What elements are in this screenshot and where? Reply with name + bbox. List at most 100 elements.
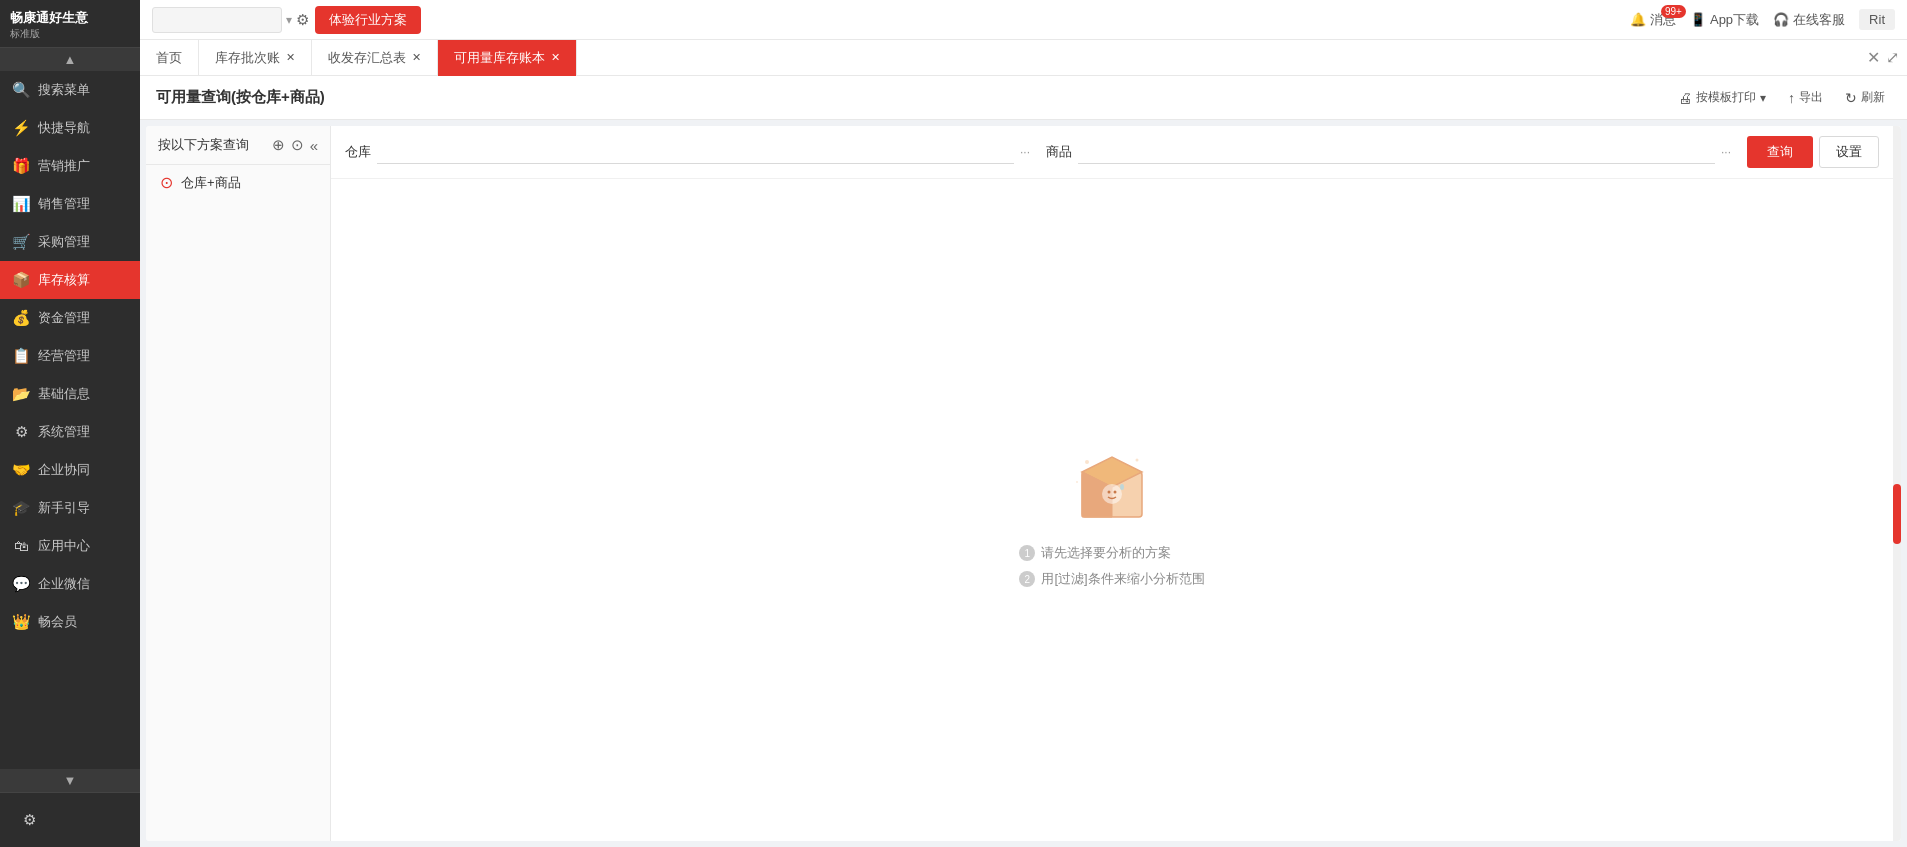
tip-2-text: 用[过滤]条件来缩小分析范围 [1041, 570, 1204, 588]
sidebar-item-label-appstore: 应用中心 [38, 537, 90, 555]
warehouse-input[interactable] [377, 140, 1014, 164]
user-name: Rit [1869, 12, 1885, 27]
inventory-icon: 📦 [12, 271, 30, 289]
sidebar-scroll-up[interactable]: ▲ [0, 48, 140, 71]
tab-home-label: 首页 [156, 49, 182, 67]
refresh-label: 刷新 [1861, 89, 1885, 106]
tab-available-qty[interactable]: 可用量库存账本 ✕ [438, 40, 577, 76]
empty-tip-2: 2 用[过滤]条件来缩小分析范围 [1019, 570, 1204, 588]
scheme-icon: ⊙ [160, 173, 173, 192]
chevron-down-icon[interactable]: ▾ [286, 13, 292, 27]
content-area: 按以下方案查询 ⊕ ⊙ « ⊙ 仓库+商品 仓库 ··· [146, 126, 1901, 841]
sidebar-item-settings[interactable]: ⚙ [8, 801, 132, 839]
sidebar-item-label-enterprise: 企业协同 [38, 461, 90, 479]
sidebar-item-label-basic: 基础信息 [38, 385, 90, 403]
newbie-icon: 🎓 [12, 499, 30, 517]
expand-icon[interactable]: ⤢ [1886, 48, 1899, 67]
page-actions: 🖨 按模板打印 ▾ ↑ 导出 ↻ 刷新 [1672, 86, 1891, 109]
shortcut-icon: ⚡ [12, 119, 30, 137]
online-service-btn[interactable]: 🎧 在线客服 [1773, 11, 1845, 29]
goods-label: 商品 [1046, 143, 1072, 161]
industry-btn[interactable]: 体验行业方案 [315, 6, 421, 34]
sidebar-scroll-down[interactable]: ▼ [0, 769, 140, 792]
bell-icon: 🔔 [1630, 12, 1646, 27]
search-input[interactable] [152, 7, 282, 33]
goods-input[interactable] [1078, 140, 1715, 164]
scheme-settings-btn[interactable]: ⊙ [291, 136, 304, 154]
main-area: ▾ ⚙ 体验行业方案 🔔 消息 99+ 📱 App下载 🎧 在线客服 Rit [140, 0, 1907, 847]
tip-1-text: 请先选择要分析的方案 [1041, 544, 1171, 562]
add-scheme-btn[interactable]: ⊕ [272, 136, 285, 154]
app-edition: 标准版 [10, 27, 130, 41]
empty-state: 1 请先选择要分析的方案 2 用[过滤]条件来缩小分析范围 [331, 179, 1893, 841]
sidebar-item-label-operation: 经营管理 [38, 347, 90, 365]
gear-icon[interactable]: ⚙ [296, 11, 309, 29]
user-menu[interactable]: Rit [1859, 9, 1895, 30]
sidebar-item-shortcut[interactable]: ⚡ 快捷导航 [0, 109, 140, 147]
search-wrap: ▾ ⚙ [152, 7, 309, 33]
sidebar-item-operation[interactable]: 📋 经营管理 [0, 337, 140, 375]
tab-available-qty-label: 可用量库存账本 [454, 49, 545, 67]
tab-batch-account-close[interactable]: ✕ [286, 51, 295, 64]
scheme-warehouse-goods[interactable]: ⊙ 仓库+商品 [146, 165, 330, 200]
tab-home[interactable]: 首页 [140, 40, 199, 76]
enterprise-icon: 🤝 [12, 461, 30, 479]
sidebar-item-search[interactable]: 🔍 搜索菜单 [0, 71, 140, 109]
tab-available-qty-close[interactable]: ✕ [551, 51, 560, 64]
filter-row: 仓库 ··· 商品 ··· 查询 设置 [331, 126, 1893, 179]
sidebar-item-purchase[interactable]: 🛒 采购管理 [0, 223, 140, 261]
sidebar-item-member[interactable]: 👑 畅会员 [0, 603, 140, 641]
refresh-btn[interactable]: ↻ 刷新 [1839, 86, 1891, 109]
svg-point-8 [1085, 460, 1089, 464]
svg-point-9 [1136, 459, 1139, 462]
empty-tips: 1 请先选择要分析的方案 2 用[过滤]条件来缩小分析范围 [1019, 544, 1204, 588]
sidebar-bottom: ⚙ [0, 792, 140, 847]
sidebar-item-wechat[interactable]: 💬 企业微信 [0, 565, 140, 603]
tab-recv-summary[interactable]: 收发存汇总表 ✕ [312, 40, 438, 76]
scrollbar-thumb[interactable] [1893, 484, 1901, 544]
tab-recv-summary-close[interactable]: ✕ [412, 51, 421, 64]
sidebar-item-label-newbie: 新手引导 [38, 499, 90, 517]
sidebar-item-appstore[interactable]: 🛍 应用中心 [0, 527, 140, 565]
sidebar-item-label-wechat: 企业微信 [38, 575, 90, 593]
scheme-actions: ⊕ ⊙ « [272, 136, 318, 154]
warehouse-label: 仓库 [345, 143, 371, 161]
empty-illustration [1062, 432, 1162, 532]
filter-settings-btn[interactable]: 设置 [1819, 136, 1879, 168]
purchase-icon: 🛒 [12, 233, 30, 251]
warehouse-more-btn[interactable]: ··· [1020, 145, 1030, 159]
settings-icon: ⚙ [20, 811, 38, 829]
tab-batch-account[interactable]: 库存批次账 ✕ [199, 40, 312, 76]
finance-icon: 💰 [12, 309, 30, 327]
messages-btn[interactable]: 🔔 消息 99+ [1630, 11, 1676, 29]
topbar-left: ▾ ⚙ 体验行业方案 [152, 6, 1622, 34]
wechat-icon: 💬 [12, 575, 30, 593]
sidebar-item-marketing[interactable]: 🎁 营销推广 [0, 147, 140, 185]
tab-controls: ✕ ⤢ [1859, 48, 1907, 67]
app-download-btn[interactable]: 📱 App下载 [1690, 11, 1759, 29]
right-scrollbar[interactable] [1893, 126, 1901, 841]
close-icon[interactable]: ✕ [1867, 48, 1880, 67]
tab-batch-account-label: 库存批次账 [215, 49, 280, 67]
sidebar-item-system[interactable]: ⚙ 系统管理 [0, 413, 140, 451]
print-btn[interactable]: 🖨 按模板打印 ▾ [1672, 86, 1772, 109]
empty-tip-1: 1 请先选择要分析的方案 [1019, 544, 1204, 562]
collapse-panel-btn[interactable]: « [310, 137, 318, 154]
sidebar-item-label-marketing: 营销推广 [38, 157, 90, 175]
left-panel: 按以下方案查询 ⊕ ⊙ « ⊙ 仓库+商品 [146, 126, 331, 841]
marketing-icon: 🎁 [12, 157, 30, 175]
appstore-icon: 🛍 [12, 537, 30, 554]
sidebar-item-finance[interactable]: 💰 资金管理 [0, 299, 140, 337]
warehouse-filter: 仓库 ··· [345, 140, 1030, 164]
sidebar-item-enterprise[interactable]: 🤝 企业协同 [0, 451, 140, 489]
export-btn[interactable]: ↑ 导出 [1782, 86, 1829, 109]
query-btn[interactable]: 查询 [1747, 136, 1813, 168]
goods-more-btn[interactable]: ··· [1721, 145, 1731, 159]
sidebar-item-basic[interactable]: 📂 基础信息 [0, 375, 140, 413]
sidebar-item-sales[interactable]: 📊 销售管理 [0, 185, 140, 223]
sidebar-item-inventory[interactable]: 📦 库存核算 [0, 261, 140, 299]
scheme-label: 仓库+商品 [181, 174, 241, 192]
tip-1-num: 1 [1019, 545, 1035, 561]
sidebar-item-newbie[interactable]: 🎓 新手引导 [0, 489, 140, 527]
sidebar: 畅康通好生意 标准版 ▲ 🔍 搜索菜单 ⚡ 快捷导航 🎁 营销推广 📊 销售管理… [0, 0, 140, 847]
